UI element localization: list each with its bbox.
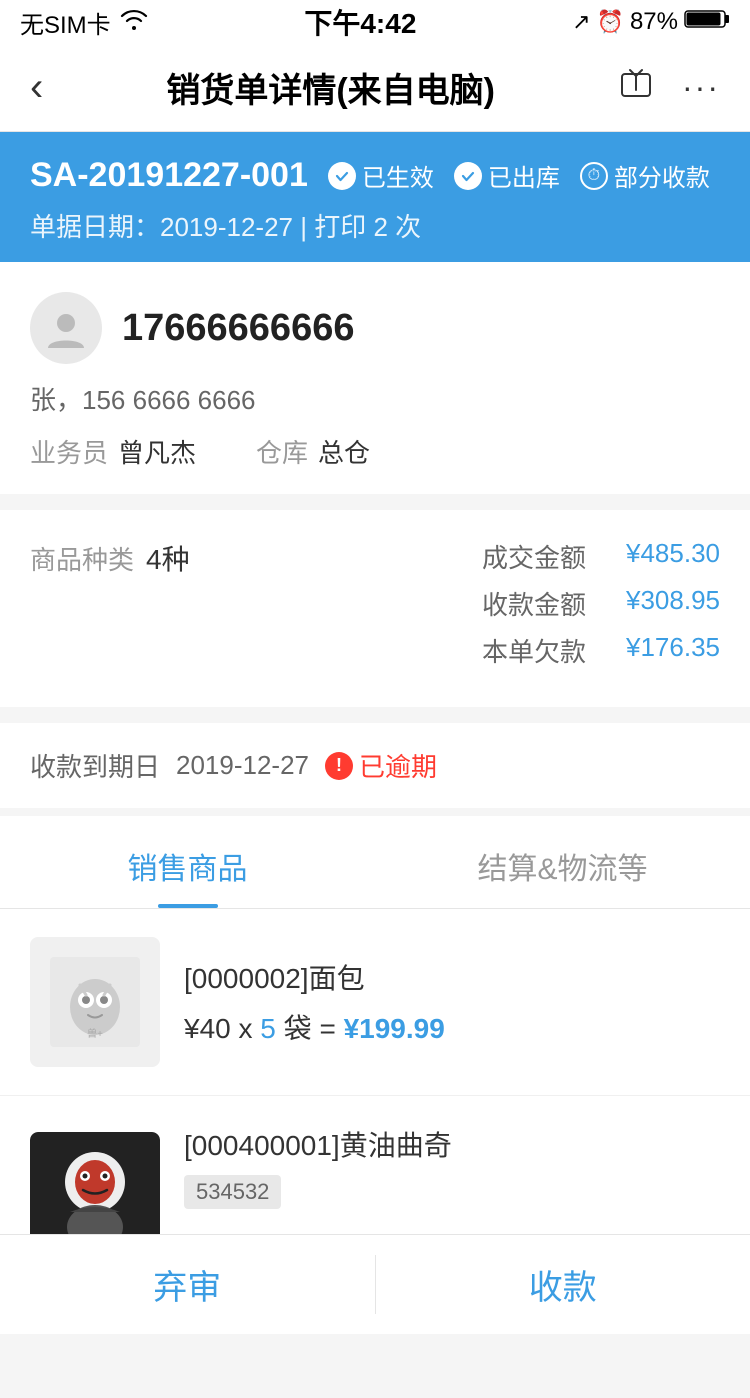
customer-contact: 张，156 6666 6666 — [30, 380, 720, 417]
cancel-review-button[interactable]: 弃审 — [0, 1235, 375, 1334]
collect-payment-button[interactable]: 收款 — [376, 1235, 750, 1334]
badge-effective: 已生效 — [328, 158, 434, 193]
category-value: 4种 — [146, 538, 190, 578]
customer-meta: 业务员 曾凡杰 仓库 总仓 — [30, 433, 720, 470]
financial-stats: 成交金额 ¥485.30 收款金额 ¥308.95 本单欠款 ¥176.35 — [482, 538, 720, 679]
received-value: ¥308.95 — [626, 585, 720, 622]
customer-avatar — [30, 292, 102, 364]
share-icon[interactable] — [618, 66, 654, 110]
due-section: 收款到期日 2019-12-27 ! 已逾期 — [0, 723, 750, 816]
product-name-2: [000400001]黄油曲奇 — [184, 1124, 720, 1164]
due-date: 2019-12-27 — [176, 750, 309, 781]
product-info-1: [0000002]面包 ¥40 x 5 袋 = ¥199.99 — [184, 957, 720, 1047]
bottom-bar: 弃审 收款 — [0, 1234, 750, 1334]
sales-label: 业务员 — [30, 433, 108, 470]
more-icon[interactable]: ··· — [682, 69, 720, 106]
order-id: SA-20191227-001 — [30, 156, 308, 195]
location-icon: ↗ — [572, 9, 590, 35]
tabs-section: 销售商品 结算&物流等 兽+ — [0, 816, 750, 1298]
badge-partial-payment: ⏱ 部分收款 — [580, 158, 710, 193]
page-title: 销货单详情(来自电脑) — [166, 63, 495, 112]
warehouse-label: 仓库 — [256, 433, 308, 470]
product-qty-1: 5 — [260, 1013, 276, 1044]
warehouse-value: 总仓 — [318, 433, 370, 470]
customer-section: 17666666666 张，156 6666 6666 业务员 曾凡杰 仓库 总… — [0, 262, 750, 494]
order-header-banner: SA-20191227-001 已生效 已出库 ⏱ 部分收款 单据日期：2019… — [0, 132, 750, 262]
back-button[interactable]: ‹ — [30, 65, 43, 110]
tab-sales-products[interactable]: 销售商品 — [0, 816, 375, 908]
tab-settlement[interactable]: 结算&物流等 — [375, 816, 750, 908]
overdue-text: 已逾期 — [359, 747, 437, 784]
status-right: ↗ ⏰ 87% — [572, 8, 730, 37]
stats-section: 商品种类 4种 成交金额 ¥485.30 收款金额 ¥308.95 本单欠款 ¥… — [0, 510, 750, 707]
battery-icon — [684, 8, 730, 37]
due-label: 收款到期日 — [30, 747, 160, 784]
received-label: 收款金额 — [482, 585, 586, 622]
amount-value: ¥485.30 — [626, 538, 720, 575]
badge-shipped: 已出库 — [454, 158, 560, 193]
overdue-badge: ! 已逾期 — [325, 747, 437, 784]
sales-value: 曾凡杰 — [118, 433, 196, 470]
product-item-1[interactable]: 兽+ [0000002]面包 ¥40 x 5 袋 = ¥199.99 — [0, 909, 750, 1096]
status-left: 无SIM卡 — [20, 5, 149, 40]
product-price-1: ¥40 x 5 袋 = ¥199.99 — [184, 1007, 720, 1047]
tabs-row: 销售商品 结算&物流等 — [0, 816, 750, 909]
overdue-icon: ! — [325, 752, 353, 780]
carrier-label: 无SIM卡 — [20, 5, 111, 40]
product-sku-2: 534532 — [184, 1175, 281, 1209]
product-image-1: 兽+ — [30, 937, 160, 1067]
product-total-1: ¥199.99 — [344, 1013, 445, 1044]
nav-actions: ··· — [618, 66, 720, 110]
owed-value: ¥176.35 — [626, 632, 720, 669]
svg-text:兽+: 兽+ — [87, 1027, 103, 1040]
status-bar: 无SIM卡 下午4:42 ↗ ⏰ 87% — [0, 0, 750, 44]
owed-label: 本单欠款 — [482, 632, 586, 669]
amount-label: 成交金额 — [482, 538, 586, 575]
battery-label: 87% — [630, 8, 678, 36]
nav-bar: ‹ 销货单详情(来自电脑) ··· — [0, 44, 750, 132]
order-date: 单据日期：2019-12-27 | 打印 2 次 — [30, 207, 720, 244]
status-time: 下午4:42 — [304, 2, 416, 42]
customer-id: 17666666666 — [122, 307, 354, 350]
wifi-icon — [119, 8, 149, 37]
product-name-1: [0000002]面包 — [184, 957, 720, 997]
alarm-icon: ⏰ — [597, 9, 624, 35]
category-label: 商品种类 — [30, 540, 134, 577]
